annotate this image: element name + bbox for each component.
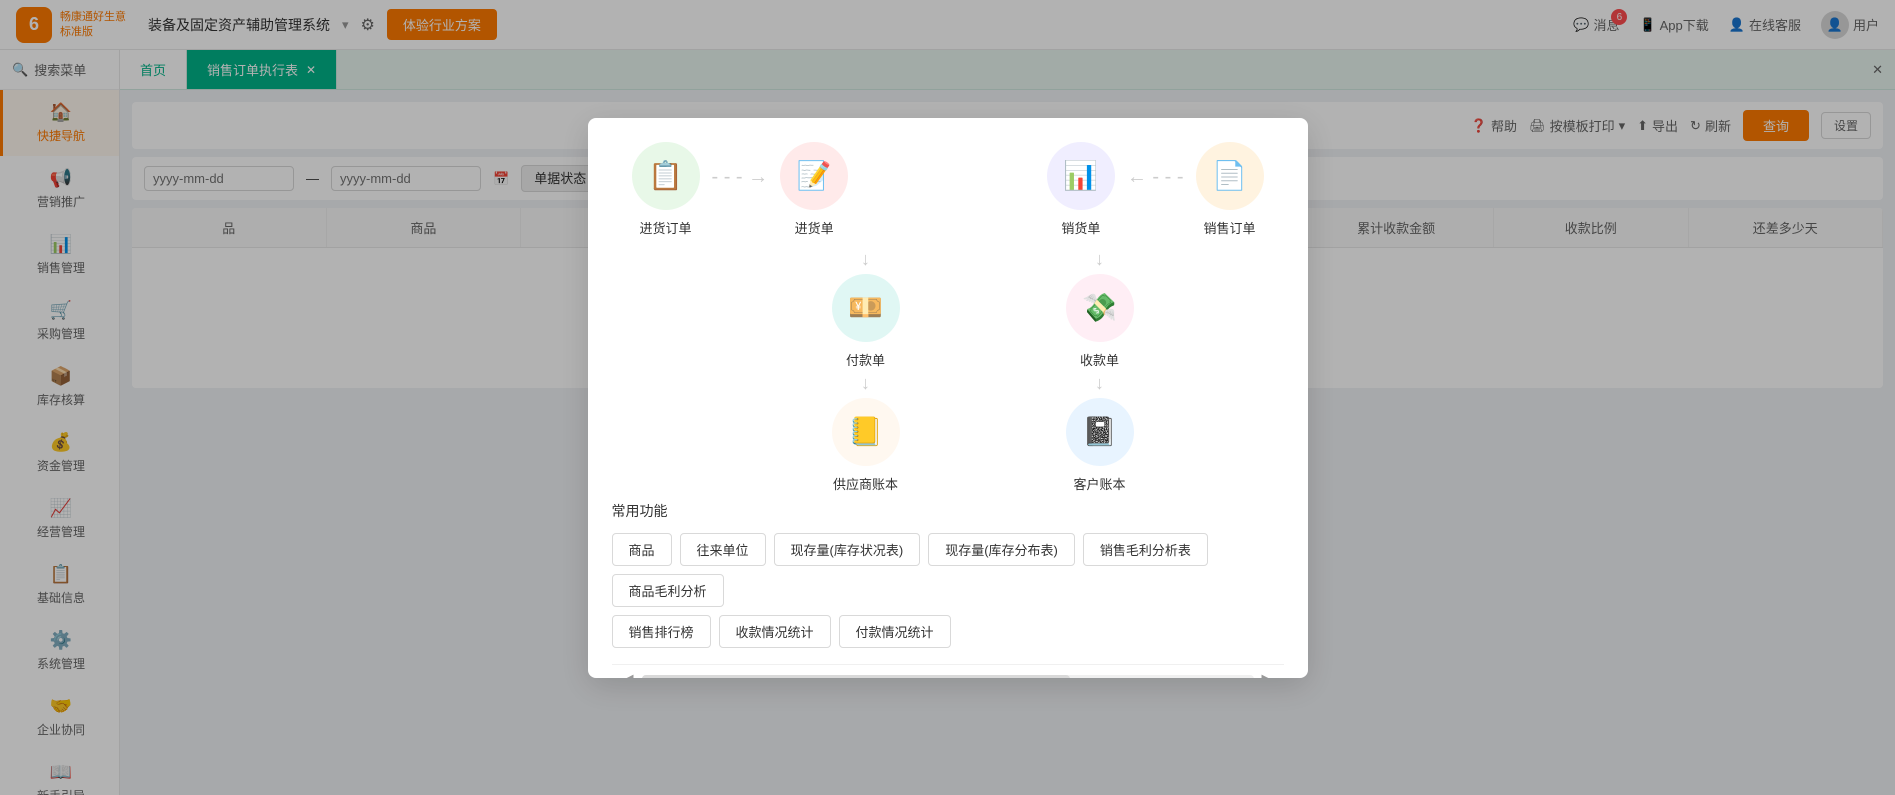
scroll-thumb	[642, 675, 1070, 678]
arrow-down-payment: ↓	[861, 249, 870, 270]
flow-item-supplier-account: 📒 供应商账本	[832, 398, 900, 493]
func-btn-receipt-stats[interactable]: 收款情况统计	[719, 615, 831, 648]
purchase-bill-icon: 📝	[797, 159, 832, 192]
modal-overlay[interactable]: 📋 进货订单 - - - → 📝 进货单	[0, 0, 1895, 795]
scroll-track[interactable]	[642, 675, 1254, 678]
arrow-down-customer: ↓	[1095, 373, 1104, 394]
payment-icon: 💴	[848, 291, 883, 324]
flow-mid-section: ↓ 💴 付款单 ↓ 💸	[612, 245, 1284, 369]
func-buttons-row1: 商品 往来单位 现存量(库存状况表) 现存量(库存分布表) 销售毛利分析表 商品…	[612, 533, 1284, 607]
sales-order-circle: 📄	[1196, 142, 1264, 210]
func-btn-inventory-status[interactable]: 现存量(库存状况表)	[774, 533, 921, 566]
func-btn-inventory-dist[interactable]: 现存量(库存分布表)	[928, 533, 1075, 566]
func-btn-sales-rank[interactable]: 销售排行榜	[612, 615, 711, 648]
supplier-account-label: 供应商账本	[833, 474, 898, 493]
supplier-account-icon: 📒	[848, 415, 883, 448]
common-functions-title: 常用功能	[612, 501, 1284, 521]
flow-grid: 📋 进货订单 - - - → 📝 进货单	[612, 142, 1284, 493]
arrow-right-1: - - - →	[700, 166, 781, 213]
arrow-down-supplier: ↓	[861, 373, 870, 394]
func-btn-payment-stats[interactable]: 付款情况统计	[839, 615, 951, 648]
purchase-order-icon: 📋	[648, 159, 683, 192]
flow-item-purchase-bill: 📝 进货单	[780, 142, 848, 237]
flow-item-sales-order: 📄 销售订单	[1196, 142, 1264, 237]
flow-item-payment: 💴 付款单	[832, 274, 900, 369]
scroll-left-icon[interactable]: ◀	[624, 671, 634, 678]
scroll-bar-area: ◀ ▶	[612, 664, 1284, 678]
purchase-bill-circle: 📝	[780, 142, 848, 210]
receipt-label: 收款单	[1080, 350, 1119, 369]
func-btn-product-gross[interactable]: 商品毛利分析	[612, 574, 724, 607]
func-buttons-row2: 销售排行榜 收款情况统计 付款情况统计	[612, 615, 1284, 648]
receipt-circle: 💸	[1066, 274, 1134, 342]
flow-bottom-section: ↓ 📒 供应商账本 ↓ 📓 客户账本	[612, 369, 1284, 493]
flow-col-customer-account: ↓ 📓 客户账本	[1066, 369, 1134, 493]
flow-item-customer-account: 📓 客户账本	[1066, 398, 1134, 493]
arrow-left-1: ← - - -	[1115, 166, 1196, 213]
sales-order-icon: 📄	[1212, 159, 1247, 192]
flow-col-payment: ↓ 💴 付款单	[832, 245, 900, 369]
purchase-order-circle: 📋	[632, 142, 700, 210]
flow-top-row: 📋 进货订单 - - - → 📝 进货单	[612, 142, 1284, 237]
payment-circle: 💴	[832, 274, 900, 342]
purchase-order-label: 进货订单	[639, 218, 691, 237]
customer-account-label: 客户账本	[1073, 474, 1125, 493]
sales-bill-icon: 📊	[1063, 159, 1098, 192]
modal-dialog: 📋 进货订单 - - - → 📝 进货单	[588, 118, 1308, 678]
flow-item-sales-bill: 📊 销货单	[1047, 142, 1115, 237]
payment-label: 付款单	[846, 350, 885, 369]
sales-order-label: 销售订单	[1203, 218, 1255, 237]
common-functions: 常用功能 商品 往来单位 现存量(库存状况表) 现存量(库存分布表) 销售毛利分…	[612, 501, 1284, 648]
flow-item-receipt: 💸 收款单	[1066, 274, 1134, 369]
sales-bill-circle: 📊	[1047, 142, 1115, 210]
sales-bill-label: 销货单	[1061, 218, 1100, 237]
flow-item-purchase-order: 📋 进货订单	[632, 142, 700, 237]
flow-col-supplier-account: ↓ 📒 供应商账本	[832, 369, 900, 493]
arrow-down-receipt: ↓	[1095, 249, 1104, 270]
receipt-icon: 💸	[1082, 291, 1117, 324]
func-btn-contacts[interactable]: 往来单位	[680, 533, 766, 566]
flow-col-receipt: ↓ 💸 收款单	[1066, 245, 1134, 369]
func-btn-product[interactable]: 商品	[612, 533, 672, 566]
customer-account-icon: 📓	[1082, 415, 1117, 448]
purchase-bill-label: 进货单	[795, 218, 834, 237]
func-btn-sales-gross[interactable]: 销售毛利分析表	[1083, 533, 1208, 566]
supplier-account-circle: 📒	[832, 398, 900, 466]
scroll-right-icon[interactable]: ▶	[1262, 671, 1272, 678]
customer-account-circle: 📓	[1066, 398, 1134, 466]
